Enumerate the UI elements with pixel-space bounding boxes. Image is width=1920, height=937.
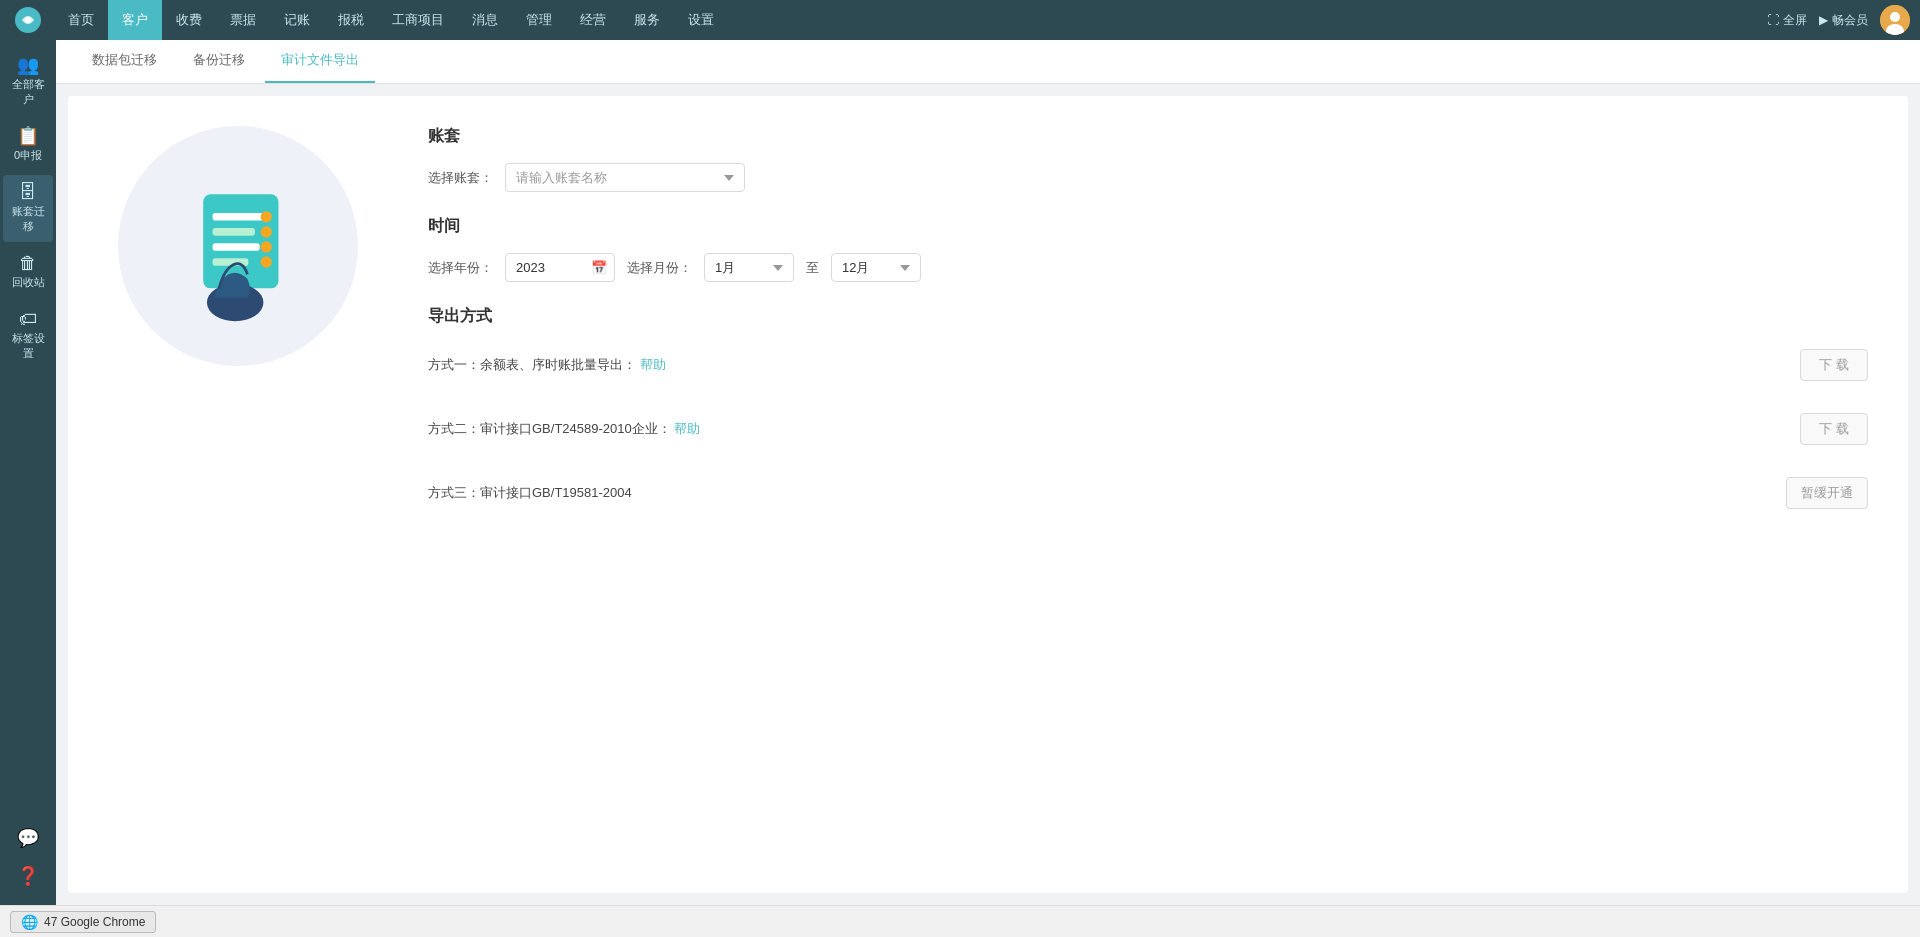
- illustration-svg: [163, 166, 313, 326]
- svg-point-13: [261, 256, 272, 267]
- method2-label: 方式二：审计接口GB/T24589-2010企业： 帮助: [428, 420, 700, 438]
- chrome-icon: 🌐: [21, 914, 38, 930]
- method2-help-link[interactable]: 帮助: [674, 421, 700, 436]
- tag-settings-icon: 🏷: [19, 310, 37, 328]
- recycle-icon: 🗑: [19, 254, 37, 272]
- svg-rect-6: [213, 213, 265, 221]
- tab-bar: 数据包迁移 备份迁移 审计文件导出: [56, 40, 1920, 84]
- svg-point-3: [1890, 12, 1900, 22]
- method1-label: 方式一：余额表、序时账批量导出： 帮助: [428, 356, 666, 374]
- method3-open-button[interactable]: 暂缓开通: [1786, 477, 1868, 509]
- nav-billing[interactable]: 收费: [162, 0, 216, 40]
- tab-data-migration[interactable]: 数据包迁移: [76, 40, 173, 83]
- year-input[interactable]: [505, 253, 615, 282]
- nav-bookkeeping[interactable]: 记账: [270, 0, 324, 40]
- year-label: 选择年份：: [428, 259, 493, 277]
- form-area: 账套 选择账套： 请输入账套名称 时间 选择年份：: [428, 126, 1868, 535]
- time-row: 选择年份： 📅 选择月份： 1月 2月 3月 4月 5: [428, 253, 1868, 282]
- sidebar-bottom: 💬 ❓: [3, 821, 53, 905]
- svg-rect-8: [213, 243, 260, 251]
- page-content: 账套 选择账套： 请输入账套名称 时间 选择年份：: [68, 96, 1908, 893]
- help-icon: ❓: [17, 867, 39, 885]
- method1-help-link[interactable]: 帮助: [640, 357, 666, 372]
- top-navigation: 首页 客户 收费 票据 记账 报税 工商项目 消息 管理 经营 服务 设置 ⛶ …: [0, 0, 1920, 40]
- vip-button[interactable]: ▶ 畅会员: [1819, 12, 1868, 29]
- svg-point-11: [261, 226, 272, 237]
- sidebar-item-tag-settings[interactable]: 🏷 标签设置: [3, 302, 53, 369]
- fullscreen-icon: ⛶: [1767, 13, 1779, 27]
- zero-report-icon: 📋: [17, 127, 39, 145]
- time-section-title: 时间: [428, 216, 1868, 237]
- tab-audit-export[interactable]: 审计文件导出: [265, 40, 375, 83]
- nav-business[interactable]: 工商项目: [378, 0, 458, 40]
- svg-rect-7: [213, 228, 255, 236]
- export-section: 导出方式 方式一：余额表、序时账批量导出： 帮助 下 载 方式二：审计接口GB/…: [428, 306, 1868, 515]
- export-method-1: 方式一：余额表、序时账批量导出： 帮助 下 载: [428, 343, 1868, 387]
- account-select-row: 选择账套： 请输入账套名称: [428, 163, 1868, 192]
- fullscreen-button[interactable]: ⛶ 全屏: [1767, 12, 1807, 29]
- account-select-label: 选择账套：: [428, 169, 493, 187]
- month-start-select[interactable]: 1月 2月 3月 4月 5月 6月 7月 8月 9月 10月 11月: [704, 253, 794, 282]
- nav-items: 首页 客户 收费 票据 记账 报税 工商项目 消息 管理 经营 服务 设置: [54, 0, 1767, 40]
- export-method-3: 方式三：审计接口GB/T19581-2004 暂缓开通: [428, 471, 1868, 515]
- time-section: 时间 选择年份： 📅 选择月份： 1月 2月 3月: [428, 216, 1868, 282]
- month-label: 选择月份：: [627, 259, 692, 277]
- method1-download-button[interactable]: 下 载: [1800, 349, 1868, 381]
- nav-tax[interactable]: 报税: [324, 0, 378, 40]
- nav-messages[interactable]: 消息: [458, 0, 512, 40]
- method2-download-button[interactable]: 下 载: [1800, 413, 1868, 445]
- year-input-wrap: 📅: [505, 253, 615, 282]
- to-label: 至: [806, 259, 819, 277]
- avatar[interactable]: [1880, 5, 1910, 35]
- method3-label: 方式三：审计接口GB/T19581-2004: [428, 484, 632, 502]
- export-section-title: 导出方式: [428, 306, 1868, 327]
- svg-point-1: [25, 17, 31, 23]
- all-customers-icon: 👥: [17, 56, 39, 74]
- illustration-area: [108, 126, 368, 366]
- nav-customers[interactable]: 客户: [108, 0, 162, 40]
- illustration-circle: [118, 126, 358, 366]
- nav-services[interactable]: 服务: [620, 0, 674, 40]
- sidebar-item-all-customers[interactable]: 👥 全部客户: [3, 48, 53, 115]
- tab-backup-migration[interactable]: 备份迁移: [177, 40, 261, 83]
- sidebar-item-help[interactable]: ❓: [3, 859, 53, 893]
- nav-invoices[interactable]: 票据: [216, 0, 270, 40]
- main-layout: 👥 全部客户 📋 0申报 🗄 账套迁移 🗑 回收站 🏷 标签设置 💬 ❓: [0, 40, 1920, 905]
- taskbar: 🌐 47 Google Chrome: [0, 905, 1920, 937]
- sidebar-item-account-migration[interactable]: 🗄 账套迁移: [3, 175, 53, 242]
- sidebar: 👥 全部客户 📋 0申报 🗄 账套迁移 🗑 回收站 🏷 标签设置 💬 ❓: [0, 40, 56, 905]
- nav-operations[interactable]: 经营: [566, 0, 620, 40]
- nav-home[interactable]: 首页: [54, 0, 108, 40]
- account-select[interactable]: 请输入账套名称: [505, 163, 745, 192]
- month-end-select[interactable]: 1月 2月 3月 4月 5月 6月 7月 8月 9月 10月 11月: [831, 253, 921, 282]
- sidebar-item-chat[interactable]: 💬: [3, 821, 53, 855]
- taskbar-chrome[interactable]: 🌐 47 Google Chrome: [10, 911, 156, 933]
- account-section-title: 账套: [428, 126, 1868, 147]
- nav-right: ⛶ 全屏 ▶ 畅会员: [1767, 5, 1910, 35]
- chat-icon: 💬: [17, 829, 39, 847]
- svg-point-10: [261, 211, 272, 222]
- account-migration-icon: 🗄: [19, 183, 37, 201]
- vip-icon: ▶: [1819, 13, 1828, 27]
- svg-point-12: [261, 241, 272, 252]
- sidebar-item-recycle[interactable]: 🗑 回收站: [3, 246, 53, 298]
- app-logo: [10, 2, 46, 38]
- content-area: 数据包迁移 备份迁移 审计文件导出: [56, 40, 1920, 905]
- sidebar-item-zero-report[interactable]: 📋 0申报: [3, 119, 53, 171]
- content-wrapper: 账套 选择账套： 请输入账套名称 时间 选择年份：: [108, 126, 1868, 535]
- nav-settings[interactable]: 设置: [674, 0, 728, 40]
- nav-management[interactable]: 管理: [512, 0, 566, 40]
- export-method-2: 方式二：审计接口GB/T24589-2010企业： 帮助 下 载: [428, 407, 1868, 451]
